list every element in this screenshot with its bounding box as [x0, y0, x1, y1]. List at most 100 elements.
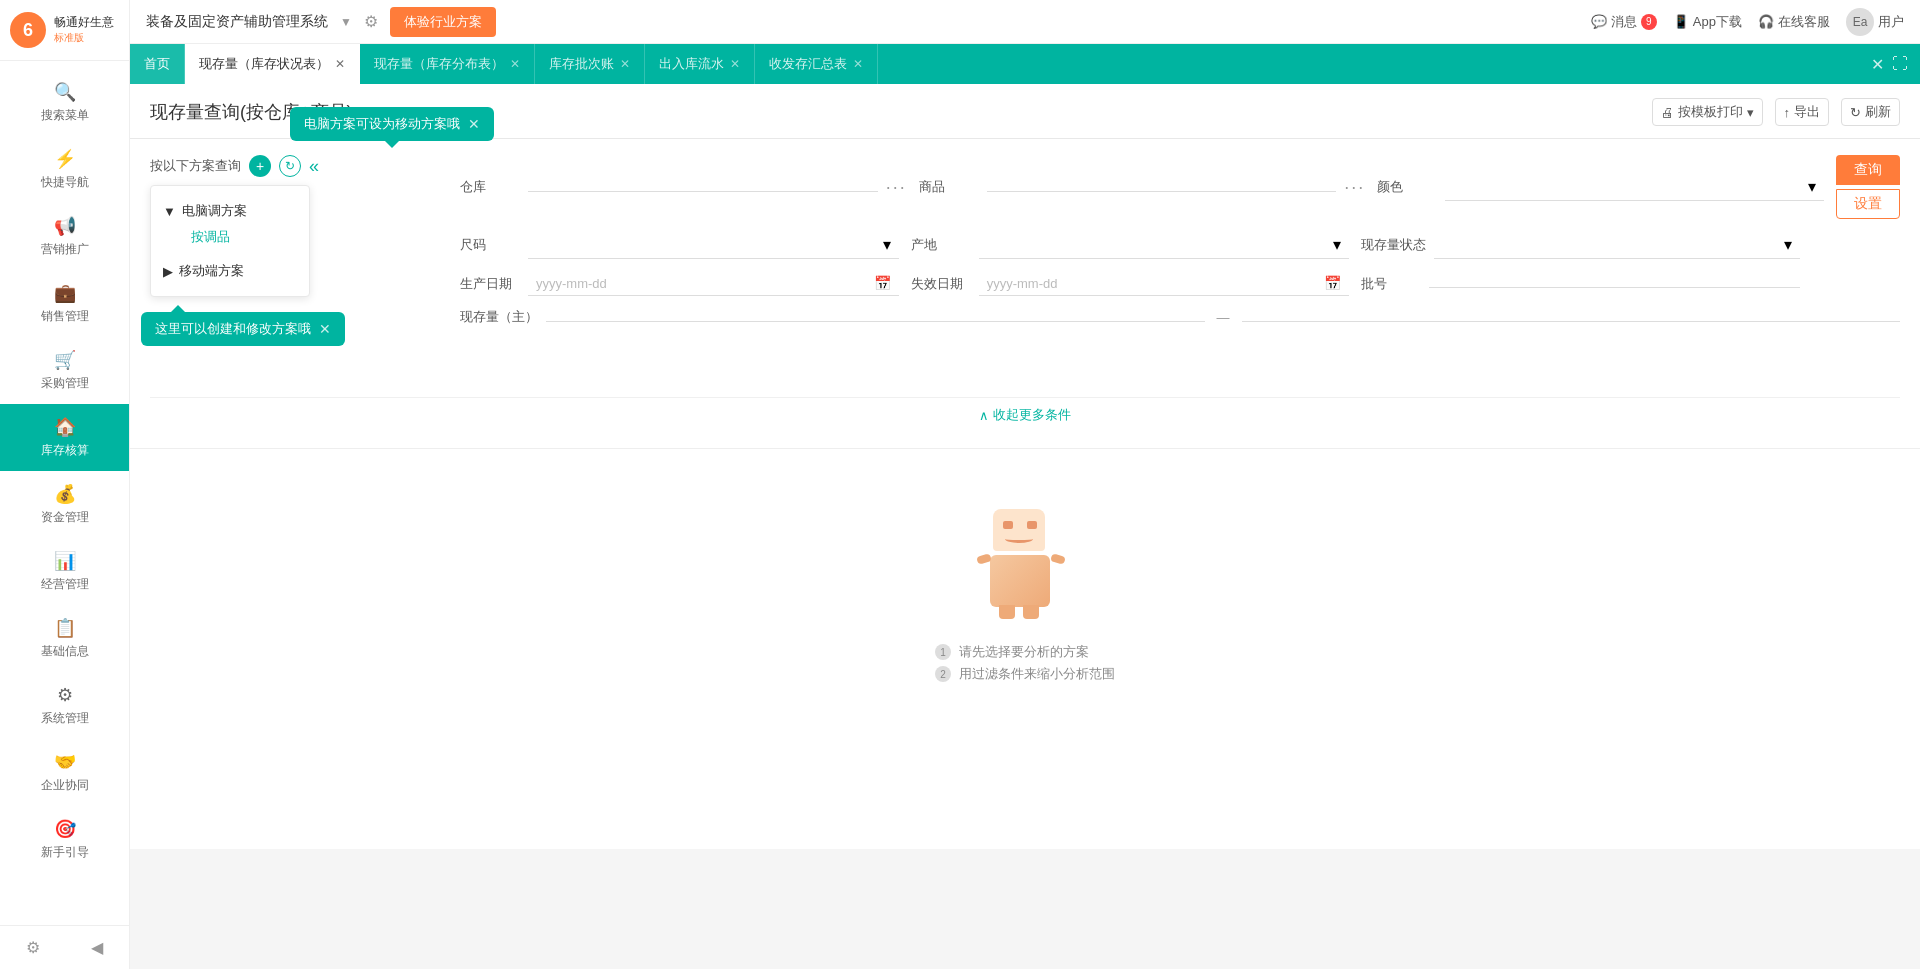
stock-qty-max-input[interactable]: [1242, 313, 1901, 322]
warehouse-input[interactable]: [528, 183, 878, 192]
scheme-item-desktop-1[interactable]: 按调品: [163, 224, 297, 250]
tab-inout-label: 出入库流水: [659, 55, 724, 73]
tab-inventory-dist-close[interactable]: ✕: [510, 57, 520, 71]
sidebar-item-system[interactable]: ⚙ 系统管理: [0, 672, 129, 739]
phone-icon: 📱: [1673, 14, 1689, 29]
brand-name: 畅通好生意: [54, 15, 114, 31]
tab-inventory-status[interactable]: 现存量（库存状况表） ✕: [185, 44, 360, 84]
chevron-up-icon: ∧: [979, 408, 989, 423]
sidebar-item-operations[interactable]: 📊 经营管理: [0, 538, 129, 605]
filter-add-btn[interactable]: +: [249, 155, 271, 177]
exp-date-input[interactable]: yyyy-mm-dd 📅: [979, 271, 1350, 296]
color-field: 颜色 ▾: [1377, 173, 1824, 201]
online-support-action[interactable]: 🎧 在线客服: [1758, 13, 1830, 31]
tab-collect-close[interactable]: ✕: [853, 57, 863, 71]
size-label: 尺码: [460, 236, 520, 254]
batch-field: 批号: [1361, 275, 1800, 293]
query-btn[interactable]: 查询: [1836, 155, 1900, 185]
scheme-group-desktop-label: 电脑调方案: [182, 202, 247, 220]
warehouse-more[interactable]: ···: [886, 177, 907, 198]
goods-input[interactable]: [987, 183, 1337, 192]
exp-date-placeholder: yyyy-mm-dd: [987, 276, 1058, 291]
maximize-btn[interactable]: ⛶: [1892, 55, 1908, 73]
system-dropdown[interactable]: ▼: [340, 15, 352, 29]
sidebar-item-quick[interactable]: ⚡ 快捷导航: [0, 136, 129, 203]
scheme-tree: ▼ 电脑调方案 按调品 ▶ 移动端方案 这里可以创建和修改方案哦 ✕: [150, 185, 310, 297]
sidebar-label-inventory: 库存核算: [41, 442, 89, 459]
tooltip2-close[interactable]: ✕: [319, 321, 331, 337]
tab-batch[interactable]: 库存批次账 ✕: [535, 44, 645, 84]
message-action[interactable]: 💬 消息 9: [1591, 13, 1657, 31]
empty-step-2: 2 用过滤条件来缩小分析范围: [935, 665, 1115, 683]
color-dropdown-icon: ▾: [1808, 177, 1816, 196]
sidebar-item-enterprise[interactable]: 🤝 企业协同: [0, 739, 129, 806]
tab-inout[interactable]: 出入库流水 ✕: [645, 44, 755, 84]
filter-header: 按以下方案查询 + ↻ « 电脑方案可设为移动方案哦 ✕ ▼ 电脑调方案 按调品: [150, 155, 1900, 257]
sidebar-item-guide[interactable]: 🎯 新手引导: [0, 806, 129, 873]
sales-icon: 💼: [54, 282, 76, 304]
guide-icon: 🎯: [54, 818, 76, 840]
app-download-action[interactable]: 📱 App下载: [1673, 13, 1742, 31]
empty-step-1: 1 请先选择要分析的方案: [935, 643, 1115, 661]
tab-batch-close[interactable]: ✕: [620, 57, 630, 71]
color-label: 颜色: [1377, 178, 1437, 196]
tab-inout-close[interactable]: ✕: [730, 57, 740, 71]
sidebar-item-marketing[interactable]: 📢 营销推广: [0, 203, 129, 270]
print-icon: 🖨: [1661, 105, 1674, 120]
sidebar-label-enterprise: 企业协同: [41, 777, 89, 794]
refresh-label: 刷新: [1865, 103, 1891, 121]
print-template-btn[interactable]: 🖨 按模板打印 ▾: [1652, 98, 1763, 126]
filter-arrow-btn[interactable]: «: [309, 156, 319, 177]
stock-qty-min-input[interactable]: [546, 313, 1205, 322]
tab-inventory-status-label: 现存量（库存状况表）: [199, 55, 329, 73]
export-btn[interactable]: ↑ 导出: [1775, 98, 1830, 126]
purchase-icon: 🛒: [54, 349, 76, 371]
origin-select[interactable]: ▾: [979, 231, 1350, 259]
set-btn[interactable]: 设置: [1836, 189, 1900, 219]
batch-input[interactable]: [1429, 279, 1800, 288]
tooltip2-text: 这里可以创建和修改方案哦: [155, 320, 311, 338]
refresh-btn[interactable]: ↻ 刷新: [1841, 98, 1900, 126]
sidebar-label-operations: 经营管理: [41, 576, 89, 593]
tooltip-create-scheme: 这里可以创建和修改方案哦 ✕: [141, 312, 345, 346]
user-name: 用户: [1878, 13, 1904, 31]
sidebar-label-basic: 基础信息: [41, 643, 89, 660]
tab-collect[interactable]: 收发存汇总表 ✕: [755, 44, 878, 84]
settings-btn[interactable]: ⚙: [364, 12, 378, 31]
size-select[interactable]: ▾: [528, 231, 899, 259]
enterprise-icon: 🤝: [54, 751, 76, 773]
tab-inventory-status-close[interactable]: ✕: [335, 57, 345, 71]
basic-icon: 📋: [54, 617, 76, 639]
stock-status-field: 现存量状态 ▾: [1361, 231, 1800, 259]
sidebar-item-sales[interactable]: 💼 销售管理: [0, 270, 129, 337]
tab-batch-label: 库存批次账: [549, 55, 614, 73]
tooltip1-text: 电脑方案可设为移动方案哦: [304, 115, 460, 133]
avatar-text: Ea: [1853, 15, 1868, 29]
close-all-btn[interactable]: ✕: [1871, 55, 1884, 74]
industry-btn[interactable]: 体验行业方案: [390, 7, 496, 37]
filter-refresh-btn[interactable]: ↻: [279, 155, 301, 177]
sidebar-item-purchase[interactable]: 🛒 采购管理: [0, 337, 129, 404]
sidebar-item-inventory[interactable]: 🏠 库存核算: [0, 404, 129, 471]
sidebar-item-basic[interactable]: 📋 基础信息: [0, 605, 129, 672]
sidebar-item-search[interactable]: 🔍 搜索菜单: [0, 69, 129, 136]
avatar: Ea: [1846, 8, 1874, 36]
settings-bottom-btn[interactable]: ⚙: [26, 938, 40, 957]
goods-more[interactable]: ···: [1344, 177, 1365, 198]
collapse-sidebar-btn[interactable]: ◀: [91, 938, 103, 957]
user-action[interactable]: Ea 用户: [1846, 8, 1904, 36]
collapse-bar[interactable]: ∧ 收起更多条件: [150, 397, 1900, 432]
color-select[interactable]: ▾: [1445, 173, 1824, 201]
scheme-group-mobile-header[interactable]: ▶ 移动端方案: [163, 258, 297, 284]
stock-status-dropdown-icon: ▾: [1784, 235, 1792, 254]
mfg-date-input[interactable]: yyyy-mm-dd 📅: [528, 271, 899, 296]
scheme-group-desktop-header[interactable]: ▼ 电脑调方案: [163, 198, 297, 224]
scheme-group-mobile: ▶ 移动端方案: [151, 254, 309, 288]
tab-home[interactable]: 首页: [130, 44, 185, 84]
sidebar-item-finance[interactable]: 💰 资金管理: [0, 471, 129, 538]
message-badge: 9: [1641, 14, 1657, 30]
tooltip1-close[interactable]: ✕: [468, 116, 480, 132]
stock-status-select[interactable]: ▾: [1434, 231, 1800, 259]
warehouse-label: 仓库: [460, 178, 520, 196]
tab-inventory-dist[interactable]: 现存量（库存分布表） ✕: [360, 44, 535, 84]
